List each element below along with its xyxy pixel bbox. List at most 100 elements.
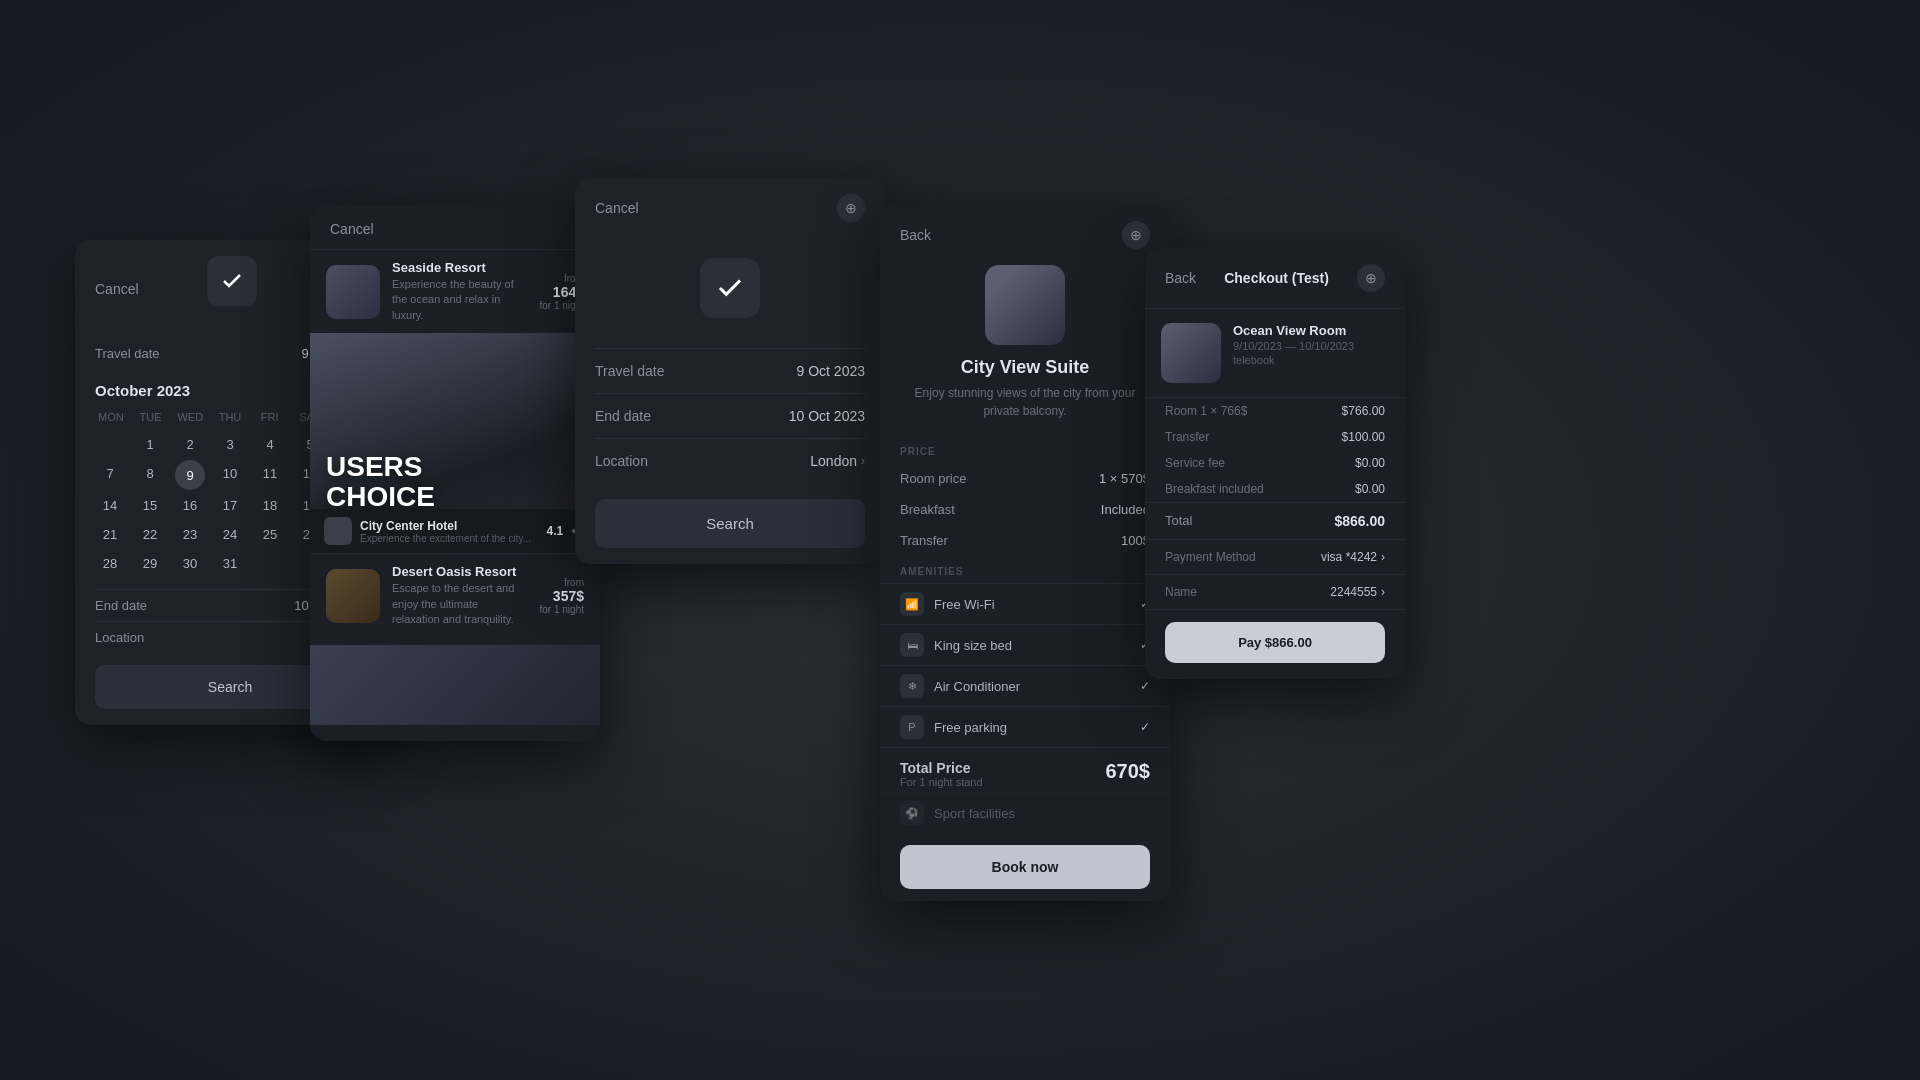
pay-button[interactable]: Pay $866.00	[1165, 622, 1385, 663]
cal-date[interactable]: 8	[131, 460, 169, 490]
checkout-title: Checkout (Test)	[1224, 270, 1329, 286]
cal-date[interactable]: 25	[251, 521, 289, 548]
day-fri: FRI	[250, 407, 290, 427]
hotel-desc-desert: Escape to the desert and enjoy the ultim…	[392, 581, 528, 627]
total-price-row: Total Price For 1 night stand 670$	[880, 747, 1170, 792]
cal-date[interactable]: 10	[211, 460, 249, 490]
checkout-total-label: Total	[1165, 513, 1192, 529]
suite-back-button[interactable]: Back	[900, 227, 931, 243]
end-date-field-label: End date	[595, 408, 651, 424]
amenity-bed: 🛏 King size bed ✓	[880, 624, 1170, 665]
cal-date[interactable]: 16	[171, 492, 209, 519]
location-field[interactable]: Location London ›	[595, 438, 865, 483]
wifi-icon: 📶	[900, 592, 924, 616]
location-label: Location	[95, 630, 144, 645]
room-line-label: Room 1 × 766$	[1165, 404, 1247, 418]
suite-title: City View Suite	[880, 357, 1170, 378]
payment-method-row: Payment Method visa *4242 ›	[1145, 540, 1405, 575]
hotels-panel: Cancel Seaside Resort Experience the bea…	[310, 205, 600, 741]
amenity-wifi-label: Free Wi-Fi	[934, 597, 995, 612]
suite-more-icon: ⊕	[1130, 227, 1142, 243]
cal-date[interactable]: 1	[131, 431, 169, 458]
location-field-label: Location	[595, 453, 648, 469]
suite-more-button[interactable]: ⊕	[1122, 221, 1150, 249]
checkout-name-value: 2244555	[1330, 585, 1377, 599]
users-choice-text: USERS CHOICE	[326, 452, 435, 514]
cal-date[interactable]: 15	[131, 492, 169, 519]
checkout-line-transfer: Transfer $100.00	[1145, 424, 1405, 450]
amenity-parking-label: Free parking	[934, 720, 1007, 735]
amenity-parking-check: ✓	[1140, 720, 1150, 734]
checkout-hotel-tag: telebook	[1233, 354, 1389, 366]
hotel-featured-thumb	[324, 517, 352, 545]
payment-method-value-container: visa *4242 ›	[1321, 550, 1385, 564]
suite-header: Back ⊕	[880, 205, 1170, 265]
checkout-panel: Back Checkout (Test) ⊕ Ocean View Room 9…	[1145, 248, 1405, 679]
cal-date[interactable]: 11	[251, 460, 289, 490]
hotel-name-desert: Desert Oasis Resort	[392, 564, 528, 579]
room-price-label: Room price	[900, 471, 966, 486]
breakfast-line-value: $0.00	[1355, 482, 1385, 496]
checkout-hotel-name: Ocean View Room	[1233, 323, 1389, 338]
checkout-line-breakfast: Breakfast included $0.00	[1145, 476, 1405, 502]
cal-date[interactable]: 23	[171, 521, 209, 548]
more-options-button[interactable]: ⊕	[837, 194, 865, 222]
breakfast-row: Breakfast Included	[880, 494, 1170, 525]
cal-date[interactable]: 14	[91, 492, 129, 519]
cal-date[interactable]: 29	[131, 550, 169, 577]
checkout-hotel-info: Ocean View Room 9/10/2023 — 10/10/2023 t…	[1233, 323, 1389, 383]
hotel-card-desert[interactable]: Desert Oasis Resort Escape to the desert…	[310, 553, 600, 637]
cancel-button[interactable]: Cancel	[95, 281, 139, 297]
cal-date[interactable]: 3	[211, 431, 249, 458]
book-now-button[interactable]: Book now	[900, 845, 1150, 889]
cal-date[interactable]: 28	[91, 550, 129, 577]
transfer-row: Transfer 100$	[880, 525, 1170, 556]
cal-date-selected[interactable]: 9	[175, 460, 205, 490]
hotel-price-value-desert: 357$	[540, 588, 584, 604]
hotel-card-seaside[interactable]: Seaside Resort Experience the beauty of …	[310, 249, 600, 333]
hotels-cancel-button[interactable]: Cancel	[330, 221, 374, 237]
room-price-row: Room price 1 × 570$	[880, 463, 1170, 494]
end-date-field-value: 10 Oct 2023	[789, 408, 865, 424]
payment-method-value: visa *4242	[1321, 550, 1377, 564]
search-fields: Travel date 9 Oct 2023 End date 10 Oct 2…	[575, 348, 885, 483]
end-date-field[interactable]: End date 10 Oct 2023	[595, 393, 865, 438]
amenity-parking: P Free parking ✓	[880, 706, 1170, 747]
amenity-sport-label: Sport facilities	[934, 806, 1015, 821]
cal-date[interactable]: 2	[171, 431, 209, 458]
checkout-more-icon: ⊕	[1365, 270, 1377, 286]
hotel-featured-rating: 4.1	[547, 524, 564, 538]
cal-date[interactable]: 4	[251, 431, 289, 458]
day-wed: WED	[170, 407, 210, 427]
hotel-featured-footer: City Center Hotel Experience the excitem…	[310, 509, 600, 553]
more-icon: ⊕	[845, 200, 857, 216]
amenity-ac: ❄ Air Conditioner ✓	[880, 665, 1170, 706]
travel-date-field[interactable]: Travel date 9 Oct 2023	[595, 348, 865, 393]
checkout-name-row: Name 2244555 ›	[1145, 575, 1405, 610]
cal-date[interactable]: 17	[211, 492, 249, 519]
search-main-cancel[interactable]: Cancel	[595, 200, 639, 216]
suite-description: Enjoy stunning views of the city from yo…	[880, 384, 1170, 420]
cal-date[interactable]: 31	[211, 550, 249, 577]
amenities-section-label: AMENITIES	[880, 556, 1170, 583]
checkout-back-button[interactable]: Back	[1165, 270, 1196, 286]
hotel-desc-seaside: Experience the beauty of the ocean and r…	[392, 277, 528, 323]
cal-date[interactable]: 24	[211, 521, 249, 548]
checkout-more-button[interactable]: ⊕	[1357, 264, 1385, 292]
cal-date[interactable]: 18	[251, 492, 289, 519]
checkout-header: Back Checkout (Test) ⊕	[1145, 248, 1405, 309]
hotel-featured-subdesc: Experience the excitement of the city...	[360, 533, 547, 544]
cal-date[interactable]: 22	[131, 521, 169, 548]
hotel-featured-card[interactable]: USERS CHOICE City Center Hotel Experienc…	[310, 333, 600, 553]
breakfast-label: Breakfast	[900, 502, 955, 517]
cal-date[interactable]: 30	[171, 550, 209, 577]
suite-image	[985, 265, 1065, 345]
users-choice-label: USERS CHOICE	[326, 452, 435, 514]
cal-date[interactable]: 7	[91, 460, 129, 490]
hotel-per-desert: for 1 night	[540, 604, 584, 615]
service-line-value: $0.00	[1355, 456, 1385, 470]
suite-image-inner	[985, 265, 1065, 345]
search-main-button[interactable]: Search	[595, 499, 865, 548]
chevron-right-icon-2: ›	[1381, 585, 1385, 599]
cal-date[interactable]: 21	[91, 521, 129, 548]
